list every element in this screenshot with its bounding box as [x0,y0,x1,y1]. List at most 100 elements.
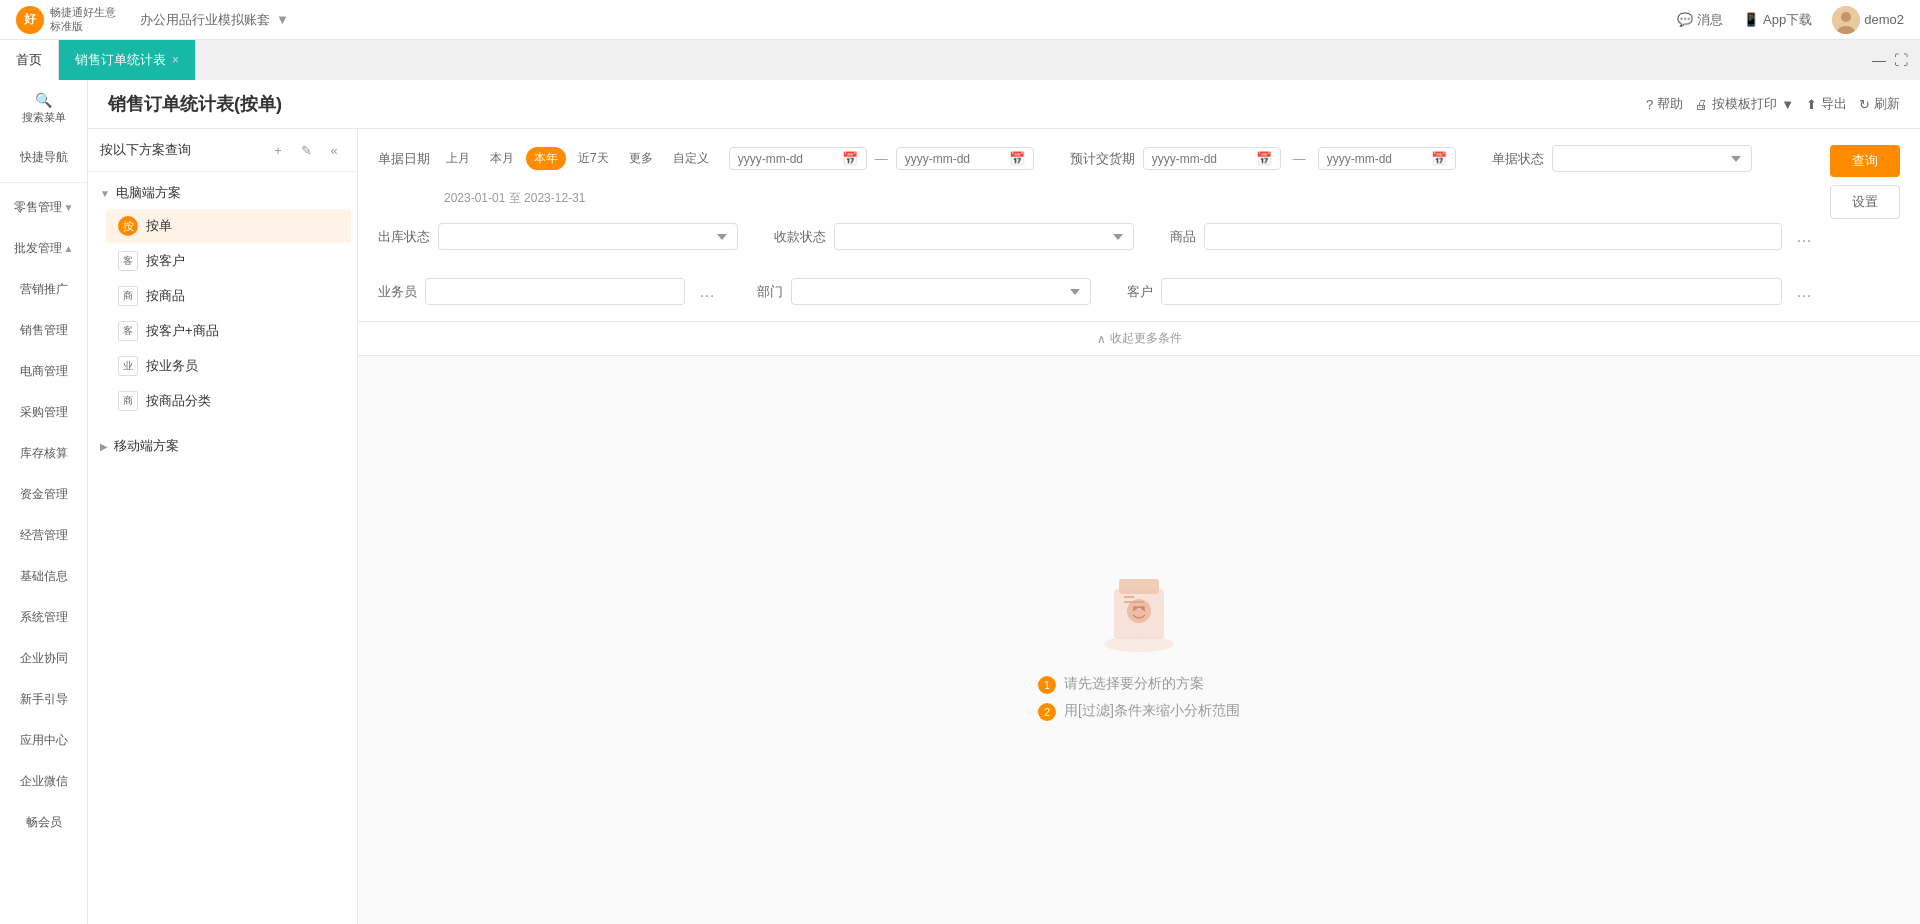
search-icon: 🔍 [8,92,79,108]
customer-input[interactable] [1161,278,1782,305]
message-button[interactable]: 💬 消息 [1677,11,1723,29]
date-btn-more[interactable]: 更多 [621,147,661,170]
salesperson-input[interactable] [425,278,685,305]
customer-more-icon[interactable]: … [1790,283,1818,301]
sidebar-item-wholesale-mgmt[interactable]: 批发管理 ▲ [0,228,87,269]
expected-date-start-field[interactable] [1152,152,1252,166]
scheme-item-by-customer-goods[interactable]: 客 按客户+商品 [106,314,351,348]
department-select[interactable] [791,278,1091,305]
date-btn-last-month[interactable]: 上月 [438,147,478,170]
sidebar-item-enterprise-wechat[interactable]: 企业微信 [0,761,87,802]
tab-bar: 首页 销售订单统计表 × — ⛶ [0,40,1920,80]
content-area: 销售订单统计表(按单) ? 帮助 🖨 按模板打印 ▼ ⬆ 导出 ↻ 刷新 [88,80,1920,924]
sidebar-item-vip-member[interactable]: 畅会员 [0,802,87,843]
sidebar-item-finance-mgmt[interactable]: 资金管理 [0,474,87,515]
scheme-item-by-order[interactable]: 按 按单 [106,209,351,243]
date-btn-last-7-days[interactable]: 近7天 [570,147,617,170]
help-icon: ? [1646,97,1653,112]
empty-illustration [1089,559,1189,659]
collapse-bar-text: ∧ 收起更多条件 [1097,330,1182,347]
goods-more-icon[interactable]: … [1790,228,1818,246]
scheme-item-by-salesperson[interactable]: 业 按业务员 [106,349,351,383]
top-bar-left: 好 畅捷通好生意 标准版 办公用品行业模拟账套 ▼ [16,6,289,34]
help-button[interactable]: ? 帮助 [1646,95,1683,113]
scheme-section-pc-header[interactable]: ▼ 电脑端方案 [88,178,357,208]
query-button[interactable]: 查询 [1830,145,1900,177]
expected-date-sep: — [1293,151,1306,166]
expected-date-end-field[interactable] [1327,152,1427,166]
page-header: 销售订单统计表(按单) ? 帮助 🖨 按模板打印 ▼ ⬆ 导出 ↻ 刷新 [88,80,1920,129]
sidebar-item-new-user-guide[interactable]: 新手引导 [0,679,87,720]
settings-button[interactable]: 设置 [1830,185,1900,219]
sidebar-item-system-mgmt[interactable]: 系统管理 [0,597,87,638]
scheme-item-icon-by-order: 按 [118,216,138,236]
collapse-bar[interactable]: ∧ 收起更多条件 [358,322,1920,356]
ship-status-select[interactable]: 未出库 部分出库 已出库 [438,223,738,250]
sidebar-item-purchase-mgmt[interactable]: 采购管理 [0,392,87,433]
logo-text: 畅捷通好生意 标准版 [50,6,116,32]
app-download-button[interactable]: 📱 App下载 [1743,11,1812,29]
sidebar-item-marketing[interactable]: 营销推广 [0,269,87,310]
bill-status-select[interactable]: 草稿 审核中 已审核 [1552,145,1752,172]
sidebar-item-enterprise-collab[interactable]: 企业协同 [0,638,87,679]
scheme-collapse-button[interactable]: « [323,139,345,161]
goods-input[interactable] [1204,223,1782,250]
expected-date-end-input[interactable]: 📅 [1318,147,1456,170]
scheme-item-icon-by-gc: 商 [118,391,138,411]
avatar [1832,6,1860,34]
export-icon: ⬆ [1806,97,1817,112]
calendar-icon-2: 📅 [1009,151,1025,166]
scheme-item-by-goods-category[interactable]: 商 按商品分类 [106,384,351,418]
sidebar-item-inventory[interactable]: 库存核算 [0,433,87,474]
sidebar-item-quick-nav[interactable]: 快捷导航 [0,137,87,178]
sidebar-item-app-center[interactable]: 应用中心 [0,720,87,761]
breadcrumb[interactable]: 办公用品行业模拟账套 ▼ [140,11,289,29]
message-icon: 💬 [1677,12,1693,27]
tab-maximize-icon[interactable]: ⛶ [1894,52,1908,68]
template-print-button[interactable]: 🖨 按模板打印 ▼ [1695,95,1794,113]
scheme-edit-button[interactable]: ✎ [295,139,317,161]
query-btn-group: 查询 设置 [1830,145,1900,219]
print-dropdown-icon: ▼ [1781,97,1794,112]
salesperson-more-icon[interactable]: … [693,283,721,301]
date-start-field[interactable] [738,152,838,166]
arrow-icon: ▲ [64,243,74,254]
scheme-item-by-goods[interactable]: 商 按商品 [106,279,351,313]
date-end-input[interactable]: 📅 [896,147,1034,170]
page-actions: ? 帮助 🖨 按模板打印 ▼ ⬆ 导出 ↻ 刷新 [1646,95,1900,113]
sidebar-item-ecommerce-mgmt[interactable]: 电商管理 [0,351,87,392]
empty-state: 1 请先选择要分析的方案 2 用[过滤]条件来缩小分析范围 [358,356,1920,924]
date-btn-custom[interactable]: 自定义 [665,147,717,170]
scheme-item-icon-by-sales: 业 [118,356,138,376]
export-button[interactable]: ⬆ 导出 [1806,95,1847,113]
collect-status-select[interactable]: 未收款 部分收款 已收款 [834,223,1134,250]
scheme-item-icon-by-customer: 客 [118,251,138,271]
scheme-list-pc: 按 按单 客 按客户 商 按商品 客 按客户+商 [88,209,357,418]
tab-close-icon[interactable]: × [172,53,179,67]
empty-tips: 1 请先选择要分析的方案 2 用[过滤]条件来缩小分析范围 [1038,675,1240,721]
expected-date-start-input[interactable]: 📅 [1143,147,1281,170]
date-end-field[interactable] [905,152,1005,166]
sidebar-item-search[interactable]: 🔍 搜索菜单 [0,80,87,137]
breadcrumb-arrow-icon: ▼ [276,12,289,27]
date-start-input[interactable]: 📅 [729,147,867,170]
svg-point-1 [1841,12,1851,22]
scheme-section-mobile-header[interactable]: ▶ 移动端方案 [88,431,357,461]
sidebar-item-operation-mgmt[interactable]: 经营管理 [0,515,87,556]
logo-icon: 好 [16,6,44,34]
tab-home[interactable]: 首页 [0,40,59,80]
tab-minimize-icon[interactable]: — [1872,52,1886,68]
calendar-icon-3: 📅 [1256,151,1272,166]
sidebar-item-sales-mgmt[interactable]: 销售管理 [0,310,87,351]
sidebar-item-basic-info[interactable]: 基础信息 [0,556,87,597]
scheme-item-by-customer[interactable]: 客 按客户 [106,244,351,278]
refresh-button[interactable]: ↻ 刷新 [1859,95,1900,113]
scheme-section-mobile: ▶ 移动端方案 [88,425,357,467]
date-btn-this-year[interactable]: 本年 [526,147,566,170]
svg-point-8 [1141,606,1145,610]
date-btn-this-month[interactable]: 本月 [482,147,522,170]
sidebar-item-retail-mgmt[interactable]: 零售管理 ▼ [0,187,87,228]
user-area[interactable]: demo2 [1832,6,1904,34]
scheme-add-button[interactable]: + [267,139,289,161]
tab-sales-order-stat[interactable]: 销售订单统计表 × [59,40,196,80]
